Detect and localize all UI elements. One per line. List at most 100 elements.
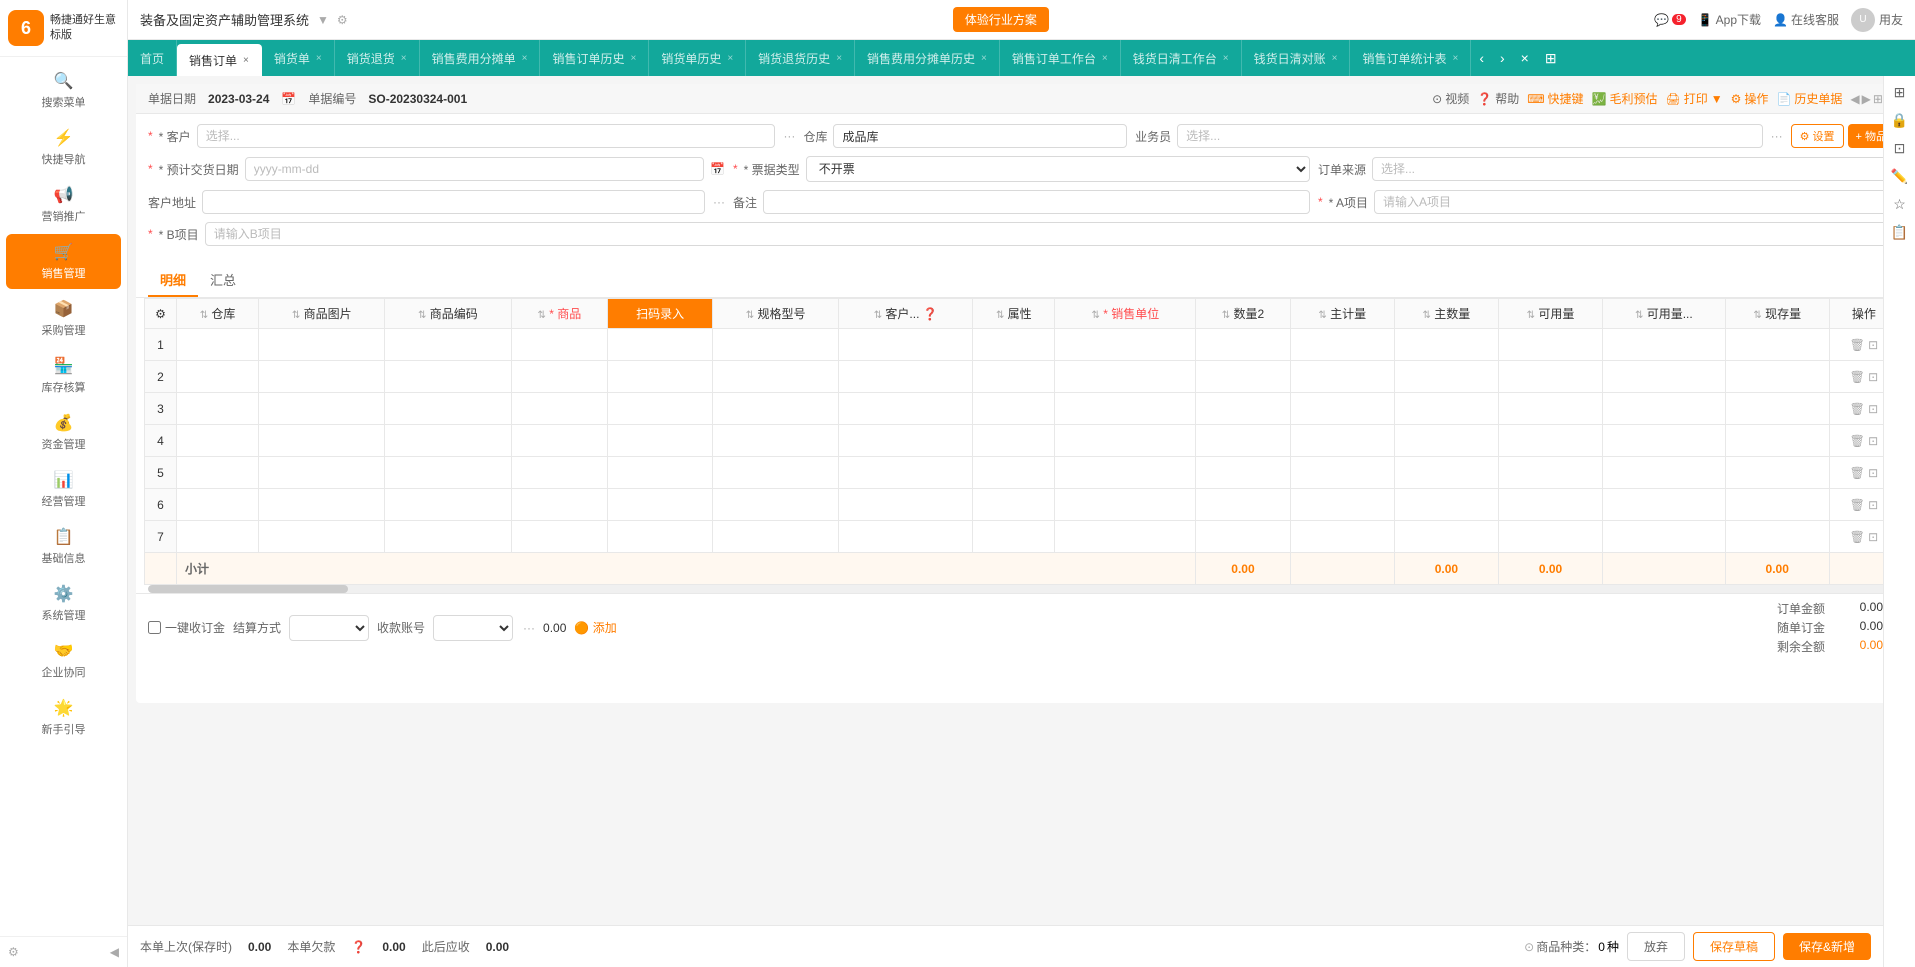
row-main-unit[interactable] (1290, 393, 1394, 425)
row-main-qty[interactable] (1394, 329, 1498, 361)
row-main-unit[interactable] (1290, 457, 1394, 489)
row-image[interactable] (259, 329, 385, 361)
row-stock[interactable] (1725, 393, 1829, 425)
th-warehouse[interactable]: ⇅ 仓库 (177, 299, 259, 329)
remarks-input[interactable] (763, 190, 1310, 214)
account-select[interactable] (433, 615, 513, 641)
salesperson-input[interactable] (1177, 124, 1762, 148)
row-cust-code[interactable] (839, 489, 973, 521)
row-available2[interactable] (1603, 457, 1726, 489)
row-scan[interactable] (608, 457, 713, 489)
th-goods[interactable]: ⇅ * 商品 (511, 299, 608, 329)
row-scan[interactable] (608, 425, 713, 457)
sidebar-item-guide[interactable]: 🌟 新手引导 (6, 690, 121, 745)
row-attrs[interactable] (973, 393, 1055, 425)
delete-icon[interactable]: 🗑 (1850, 370, 1865, 384)
row-stock[interactable] (1725, 361, 1829, 393)
row-attrs[interactable] (973, 361, 1055, 393)
th-available1[interactable]: ⇅ 可用量 (1498, 299, 1602, 329)
help-btn[interactable]: ❓ 帮助 (1477, 90, 1519, 107)
row-image[interactable] (259, 361, 385, 393)
row-goods[interactable] (511, 329, 608, 361)
row-attrs[interactable] (973, 457, 1055, 489)
sidebar-item-inventory[interactable]: 🏪 库存核算 (6, 348, 121, 403)
close-icon[interactable]: × (630, 53, 636, 64)
row-stock[interactable] (1725, 521, 1829, 553)
row-spec[interactable] (712, 489, 838, 521)
row-image[interactable] (259, 425, 385, 457)
row-attrs[interactable] (973, 425, 1055, 457)
row-available1[interactable] (1498, 361, 1602, 393)
th-qty2[interactable]: ⇅ 数量2 (1196, 299, 1290, 329)
solution-button[interactable]: 体验行业方案 (953, 7, 1049, 32)
row-sales-unit[interactable] (1055, 489, 1196, 521)
row-main-qty[interactable] (1394, 457, 1498, 489)
row-main-qty[interactable] (1394, 425, 1498, 457)
th-sales-unit[interactable]: ⇅ * 销售单位 (1055, 299, 1196, 329)
profit-btn[interactable]: 💹 毛利预估 (1592, 90, 1658, 107)
tab-sales-goods[interactable]: 销货单 × (262, 40, 335, 76)
sidebar-item-enterprise[interactable]: 🤝 企业协同 (6, 633, 121, 688)
row-image[interactable] (259, 489, 385, 521)
row-spec[interactable] (712, 361, 838, 393)
sidebar-item-purchase[interactable]: 📦 采购管理 (6, 291, 121, 346)
nav-grid[interactable]: ⊞ (1873, 92, 1883, 106)
close-icon[interactable]: × (1223, 53, 1229, 64)
row-warehouse[interactable] (177, 489, 259, 521)
salesperson-dots-icon[interactable]: ··· (1771, 129, 1783, 143)
row-stock[interactable] (1725, 425, 1829, 457)
row-available1[interactable] (1498, 329, 1602, 361)
row-code[interactable] (385, 457, 511, 489)
row-warehouse[interactable] (177, 393, 259, 425)
save-new-button[interactable]: 保存&新增 (1783, 933, 1871, 960)
b-project-input[interactable] (205, 222, 1895, 246)
customer-address-input[interactable] (202, 190, 705, 214)
row-sales-unit[interactable] (1055, 457, 1196, 489)
close-icon[interactable]: × (836, 53, 842, 64)
delete-icon[interactable]: 🗑 (1850, 466, 1865, 480)
tab-home[interactable]: 首页 (128, 40, 177, 76)
row-goods[interactable] (511, 361, 608, 393)
row-available2[interactable] (1603, 393, 1726, 425)
tab-next-btn[interactable]: › (1492, 50, 1513, 66)
save-draft-button[interactable]: 保存草稿 (1693, 932, 1775, 961)
close-icon[interactable]: × (1102, 53, 1108, 64)
copy-icon[interactable]: ⊡ (1868, 466, 1878, 480)
row-goods[interactable] (511, 425, 608, 457)
row-code[interactable] (385, 361, 511, 393)
sidebar-item-quick-nav[interactable]: ⚡ 快捷导航 (6, 120, 121, 175)
panel-icon-2[interactable]: 🔒 (1888, 108, 1912, 132)
a-project-input[interactable] (1374, 190, 1895, 214)
row-spec[interactable] (712, 521, 838, 553)
row-cust-code[interactable] (839, 425, 973, 457)
delete-icon[interactable]: 🗑 (1850, 530, 1865, 544)
tab-expense-history[interactable]: 销售费用分摊单历史 × (855, 40, 1000, 76)
row-sales-unit[interactable] (1055, 393, 1196, 425)
row-available2[interactable] (1603, 329, 1726, 361)
row-stock[interactable] (1725, 329, 1829, 361)
row-main-unit[interactable] (1290, 361, 1394, 393)
one-click-checkbox[interactable] (148, 621, 161, 634)
row-spec[interactable] (712, 457, 838, 489)
shortcut-btn[interactable]: ⌨ 快捷键 (1527, 90, 1583, 107)
row-main-unit[interactable] (1290, 329, 1394, 361)
th-main-qty[interactable]: ⇅ 主数量 (1394, 299, 1498, 329)
delete-icon[interactable]: 🗑 (1850, 402, 1865, 416)
row-available2[interactable] (1603, 521, 1726, 553)
row-sales-unit[interactable] (1055, 425, 1196, 457)
row-available1[interactable] (1498, 425, 1602, 457)
copy-icon[interactable]: ⊡ (1868, 530, 1878, 544)
row-available2[interactable] (1603, 361, 1726, 393)
row-available2[interactable] (1603, 489, 1726, 521)
row-spec[interactable] (712, 425, 838, 457)
tab-sales-goods-history[interactable]: 销货单历史 × (649, 40, 746, 76)
panel-icon-4[interactable]: ✏️ (1888, 164, 1912, 188)
invoice-type-select[interactable]: 不开票 (806, 156, 1310, 182)
sidebar-item-operations[interactable]: 📊 经营管理 (6, 462, 121, 517)
close-icon[interactable]: × (401, 53, 407, 64)
tab-close-all-btn[interactable]: × (1513, 50, 1537, 66)
row-scan[interactable] (608, 361, 713, 393)
message-btn[interactable]: 💬 9 (1654, 13, 1686, 27)
print-btn[interactable]: 🖨 打印 ▼ (1666, 90, 1723, 107)
history-btn[interactable]: 📄 历史单据 (1776, 90, 1842, 107)
